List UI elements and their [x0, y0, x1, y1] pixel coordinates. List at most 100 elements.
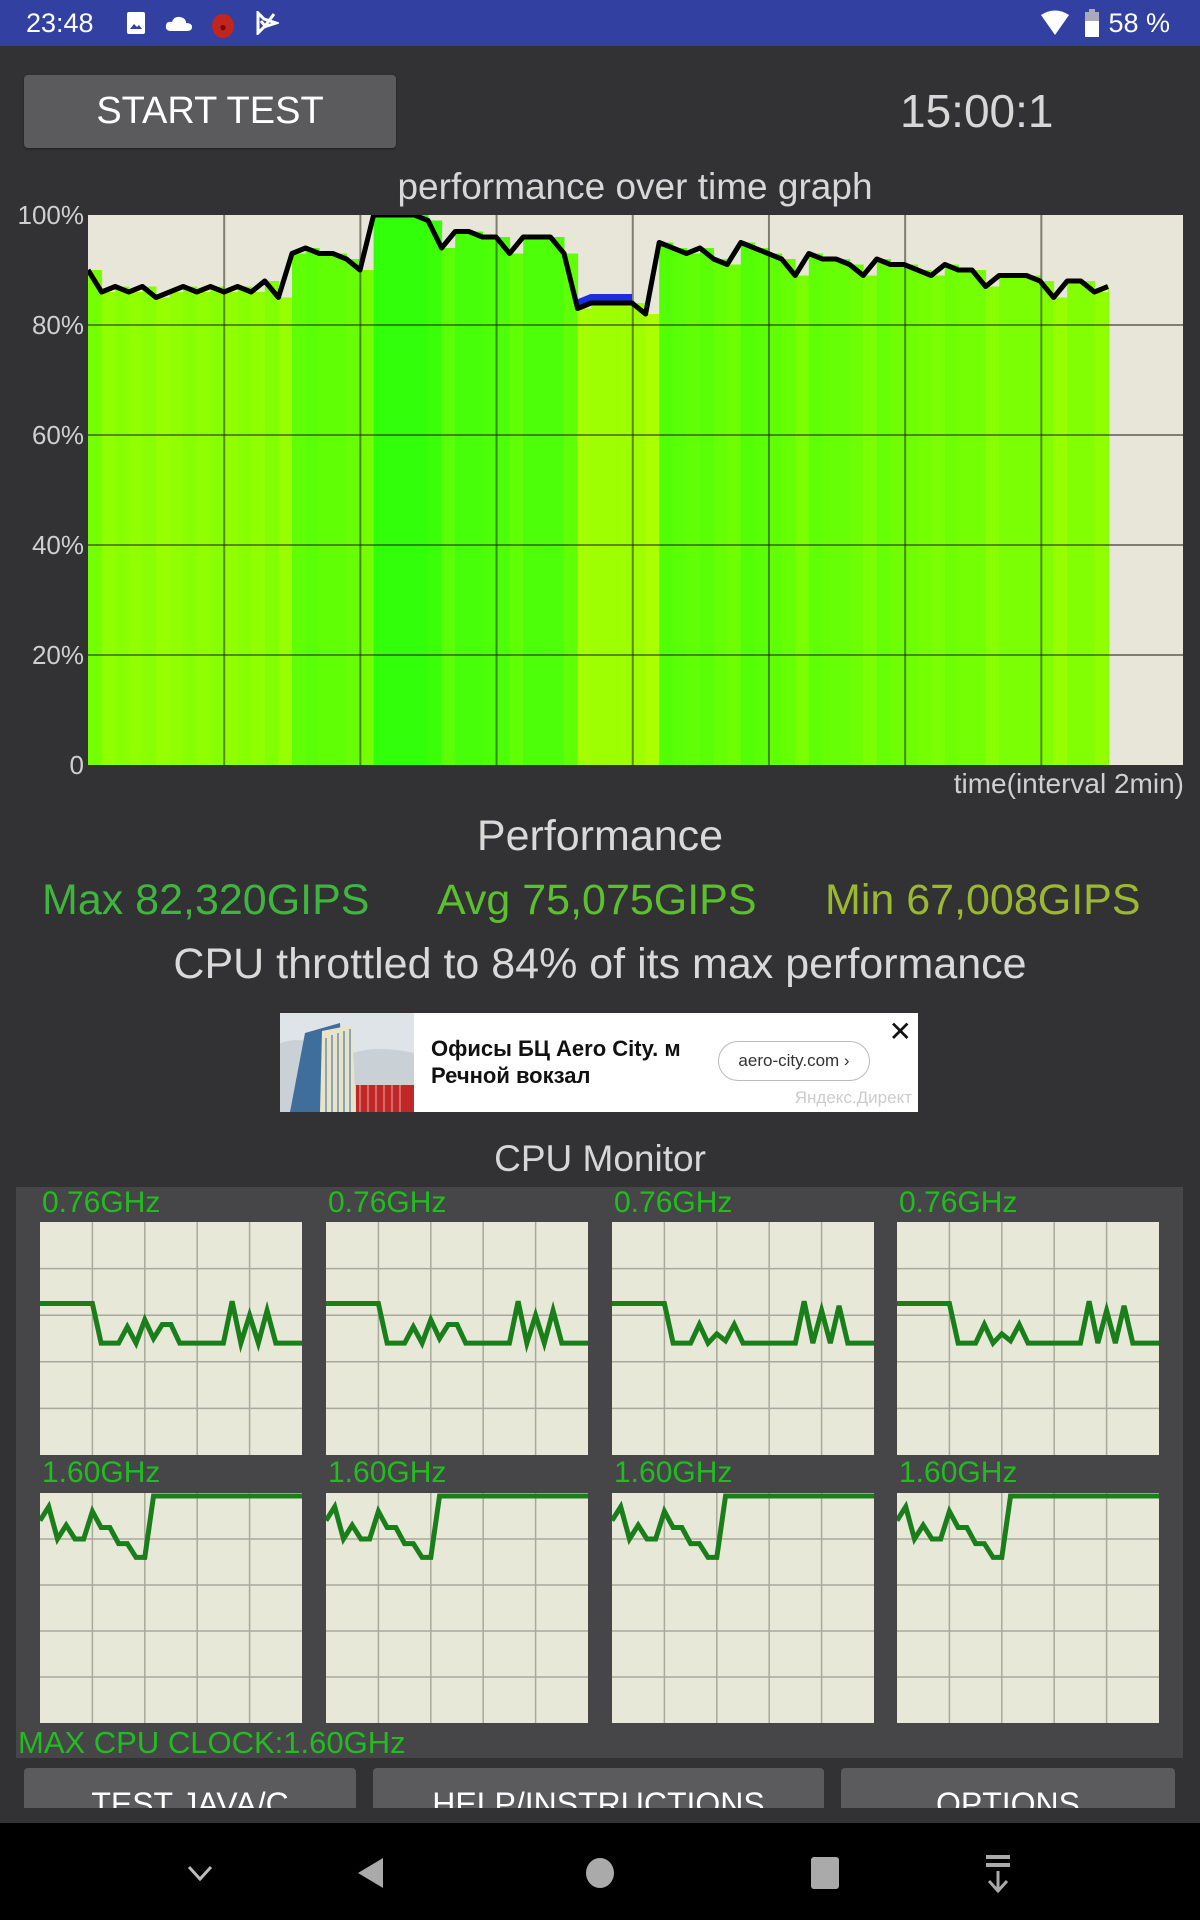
performance-bar: [822, 259, 837, 765]
recents-button[interactable]: [795, 1843, 855, 1903]
performance-bar: [1067, 281, 1082, 765]
core-frequency-label: 1.60GHz: [328, 1456, 447, 1489]
performance-bar: [523, 237, 538, 765]
performance-bar: [496, 237, 511, 765]
core-frequency-label: 0.76GHz: [899, 1186, 1018, 1219]
performance-bar: [727, 264, 742, 765]
core-graph-background: [40, 1493, 302, 1723]
performance-bar: [659, 242, 674, 765]
max-cpu-clock: MAX CPU CLOCK:1.60GHz: [18, 1725, 406, 1760]
performance-bar: [428, 220, 443, 765]
ad-source-label: Яндекс.Директ: [794, 1088, 912, 1107]
performance-bar: [319, 253, 334, 765]
performance-bar: [740, 242, 755, 765]
performance-bar: [88, 270, 103, 765]
performance-bar: [1026, 275, 1041, 765]
wifi-icon: [1041, 10, 1069, 35]
performance-bar: [781, 259, 796, 765]
performance-bar: [509, 253, 524, 765]
y-tick-label: 20%: [31, 640, 84, 670]
core-frequency-label: 0.76GHz: [328, 1186, 447, 1219]
performance-bar: [849, 264, 864, 765]
core-frequency-label: 0.76GHz: [614, 1186, 733, 1219]
back-button[interactable]: [340, 1843, 400, 1903]
performance-bar: [115, 286, 130, 765]
performance-bar: [128, 292, 143, 765]
performance-bar: [400, 215, 415, 765]
performance-bar: [645, 314, 660, 765]
performance-bar: [618, 303, 633, 765]
status-time: 23:48: [26, 8, 94, 38]
status-bar: 23:48 ● 58 %: [0, 0, 1200, 46]
ad-building-image: [280, 1013, 414, 1112]
ad-banner[interactable]: Офисы БЦ Aero City. м Речной вокзал aero…: [280, 1013, 918, 1112]
core-frequency-label: 0.76GHz: [42, 1186, 161, 1219]
recents-icon: [811, 1857, 839, 1889]
y-tick-label: 0: [69, 750, 84, 780]
test-timer: 15:00:1: [900, 85, 1054, 137]
performance-bar: [1053, 297, 1068, 765]
performance-bar: [156, 297, 171, 765]
performance-bar: [1094, 292, 1109, 765]
core-frequency-label: 1.60GHz: [899, 1456, 1018, 1489]
home-icon: [586, 1858, 614, 1888]
cloud-icon: [165, 16, 192, 31]
core-frequency-graph: [897, 1493, 1159, 1723]
hide-keyboard-icon: [187, 1865, 213, 1882]
performance-bar: [183, 286, 198, 765]
y-tick-label: 40%: [31, 530, 84, 560]
app-badge-icon: ●: [212, 14, 234, 38]
battery-icon: [1085, 9, 1099, 37]
performance-bar: [836, 259, 851, 765]
test-java-c-button[interactable]: TEST JAVA/C: [24, 1768, 356, 1808]
performance-bar: [768, 253, 783, 765]
cpu-monitor-title: CPU Monitor: [494, 1138, 706, 1179]
performance-bar: [577, 308, 592, 765]
ad-headline[interactable]: Офисы БЦ Aero City. м Речной вокзал: [431, 1035, 711, 1089]
performance-bar: [944, 264, 959, 765]
throttle-summary: CPU throttled to 84% of its max performa…: [173, 940, 1027, 988]
core-frequency-graph: [40, 1493, 302, 1723]
image-icon: [127, 12, 145, 34]
performance-bar: [332, 253, 347, 765]
options-button[interactable]: OPTIONS: [841, 1768, 1175, 1808]
performance-bar: [1012, 275, 1027, 765]
performance-bar: [237, 286, 252, 765]
performance-bar: [795, 275, 810, 765]
x-axis-label: time(interval 2min): [953, 768, 1184, 799]
performance-bar: [550, 237, 565, 765]
performance-bar: [264, 281, 279, 765]
navigation-bar: [0, 1823, 1200, 1920]
y-tick-label: 80%: [31, 310, 84, 340]
start-test-button[interactable]: START TEST: [24, 75, 396, 148]
ad-link-button[interactable]: aero-city.com ›: [718, 1041, 870, 1081]
ad-close-icon[interactable]: ✕: [889, 1015, 912, 1048]
core-frequency-graph: [897, 1222, 1159, 1455]
core-graph-background: [326, 1493, 588, 1723]
battery-percent: 58 %: [1108, 8, 1170, 38]
y-tick-label: 100%: [17, 200, 85, 230]
home-button[interactable]: [570, 1843, 630, 1903]
performance-bar: [387, 215, 402, 765]
avg-performance: Avg 75,075GIPS: [437, 876, 757, 924]
hide-keyboard-button[interactable]: [170, 1843, 230, 1903]
performance-bar: [890, 264, 905, 765]
performance-heading: Performance: [476, 812, 724, 860]
performance-bar: [373, 215, 388, 765]
performance-bar: [713, 259, 728, 765]
notification-pulldown-button[interactable]: [968, 1843, 1028, 1903]
performance-bar: [808, 253, 823, 765]
performance-bar: [196, 292, 211, 765]
performance-bar: [346, 259, 361, 765]
chart-title: performance over time graph: [397, 166, 873, 207]
performance-bar: [468, 231, 483, 765]
performance-bar: [876, 259, 891, 765]
help-instructions-button[interactable]: HELP/INSTRUCTIONS: [373, 1768, 824, 1808]
svg-text:●: ●: [219, 20, 226, 34]
core-graph-background: [40, 1222, 302, 1455]
performance-bar: [360, 270, 375, 765]
core-frequency-graph: [612, 1493, 874, 1723]
core-graph-background: [612, 1493, 874, 1723]
core-frequency-label: 1.60GHz: [614, 1456, 733, 1489]
performance-bar: [278, 297, 293, 765]
